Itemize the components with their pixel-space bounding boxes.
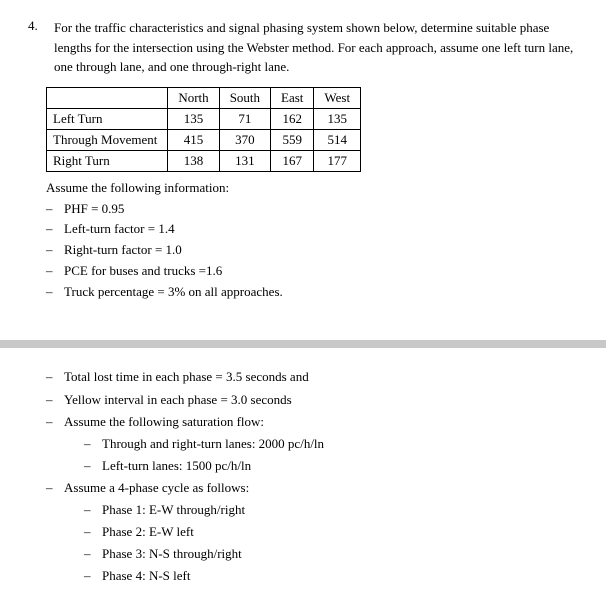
- cell-right-south: 131: [219, 150, 270, 171]
- list-item: – Yellow interval in each phase = 3.0 se…: [46, 389, 578, 411]
- assumption-text: Right-turn factor = 1.0: [64, 240, 182, 261]
- dash-icon: –: [84, 521, 94, 543]
- dash-icon: –: [46, 411, 56, 433]
- row-label-left-turn: Left Turn: [47, 108, 168, 129]
- saturation-item: Left-turn lanes: 1500 pc/h/ln: [102, 455, 251, 477]
- question-number: 4.: [28, 18, 46, 77]
- col-label-empty: [47, 87, 168, 108]
- assumption-text: Left-turn factor = 1.4: [64, 219, 175, 240]
- dash-icon: –: [46, 199, 56, 220]
- cell-through-east: 559: [271, 129, 314, 150]
- traffic-table: North South East West Left Turn 135 71 1…: [46, 87, 361, 172]
- cell-left-south: 71: [219, 108, 270, 129]
- phase-block: Assume a 4-phase cycle as follows: – Pha…: [64, 477, 249, 587]
- assumptions-list: – PHF = 0.95 – Left-turn factor = 1.4 – …: [46, 199, 578, 303]
- phase-item: Phase 1: E-W through/right: [102, 499, 245, 521]
- saturation-block: Assume the following saturation flow: – …: [64, 411, 324, 477]
- cell-right-north: 138: [168, 150, 219, 171]
- col-east: East: [271, 87, 314, 108]
- assumption-text: PHF = 0.95: [64, 199, 124, 220]
- table-row: Right Turn 138 131 167 177: [47, 150, 361, 171]
- list-item: – Phase 4: N-S left: [84, 565, 249, 587]
- row-label-through: Through Movement: [47, 129, 168, 150]
- phase-item: Phase 4: N-S left: [102, 565, 190, 587]
- dash-icon: –: [46, 219, 56, 240]
- col-west: West: [314, 87, 361, 108]
- dash-icon: –: [46, 477, 56, 499]
- saturation-title: Assume the following saturation flow:: [64, 411, 324, 433]
- cell-right-west: 177: [314, 150, 361, 171]
- dash-icon: –: [46, 389, 56, 411]
- list-item: – Phase 3: N-S through/right: [84, 543, 249, 565]
- question-header: 4. For the traffic characteristics and s…: [28, 18, 578, 77]
- dash-icon: –: [46, 282, 56, 303]
- list-item: – Through and right-turn lanes: 2000 pc/…: [84, 433, 324, 455]
- saturation-item: Through and right-turn lanes: 2000 pc/h/…: [102, 433, 324, 455]
- cell-through-north: 415: [168, 129, 219, 150]
- table-row: Through Movement 415 370 559 514: [47, 129, 361, 150]
- dash-icon: –: [46, 240, 56, 261]
- dash-icon: –: [46, 261, 56, 282]
- dash-icon: –: [46, 366, 56, 388]
- cell-left-east: 162: [271, 108, 314, 129]
- dash-icon: –: [84, 499, 94, 521]
- saturation-list: – Through and right-turn lanes: 2000 pc/…: [84, 433, 324, 477]
- assumption-text: Truck percentage = 3% on all approaches.: [64, 282, 283, 303]
- dash-icon: –: [84, 433, 94, 455]
- cell-through-south: 370: [219, 129, 270, 150]
- list-item: – Total lost time in each phase = 3.5 se…: [46, 366, 578, 388]
- col-south: South: [219, 87, 270, 108]
- phase-item: Phase 3: N-S through/right: [102, 543, 242, 565]
- list-item: – Truck percentage = 3% on all approache…: [46, 282, 578, 303]
- dash-icon: –: [84, 565, 94, 587]
- lower-item-text: Total lost time in each phase = 3.5 seco…: [64, 366, 309, 388]
- cell-left-north: 135: [168, 108, 219, 129]
- list-item: – Right-turn factor = 1.0: [46, 240, 578, 261]
- list-item: – Left-turn factor = 1.4: [46, 219, 578, 240]
- phase-item: Phase 2: E-W left: [102, 521, 194, 543]
- traffic-table-container: North South East West Left Turn 135 71 1…: [46, 87, 578, 172]
- list-item: – PCE for buses and trucks =1.6: [46, 261, 578, 282]
- lower-item-text: Yellow interval in each phase = 3.0 seco…: [64, 389, 292, 411]
- phase-list: – Phase 1: E-W through/right – Phase 2: …: [84, 499, 249, 587]
- info-section: Assume the following information: – PHF …: [46, 180, 578, 303]
- list-item: – PHF = 0.95: [46, 199, 578, 220]
- lower-section: – Total lost time in each phase = 3.5 se…: [0, 366, 606, 607]
- table-row: Left Turn 135 71 162 135: [47, 108, 361, 129]
- dash-icon: –: [84, 455, 94, 477]
- assumption-text: PCE for buses and trucks =1.6: [64, 261, 222, 282]
- list-item: – Assume the following saturation flow: …: [46, 411, 578, 477]
- assumptions-title: Assume the following information:: [46, 180, 578, 196]
- list-item: – Left-turn lanes: 1500 pc/h/ln: [84, 455, 324, 477]
- divider-bar: [0, 340, 606, 348]
- page: 4. For the traffic characteristics and s…: [0, 0, 606, 322]
- cell-through-west: 514: [314, 129, 361, 150]
- cell-left-west: 135: [314, 108, 361, 129]
- phase-title: Assume a 4-phase cycle as follows:: [64, 477, 249, 499]
- list-item: – Phase 1: E-W through/right: [84, 499, 249, 521]
- lower-list: – Total lost time in each phase = 3.5 se…: [46, 366, 578, 587]
- cell-right-east: 167: [271, 150, 314, 171]
- dash-icon: –: [84, 543, 94, 565]
- row-label-right-turn: Right Turn: [47, 150, 168, 171]
- list-item: – Assume a 4-phase cycle as follows: – P…: [46, 477, 578, 587]
- col-north: North: [168, 87, 219, 108]
- question-text: For the traffic characteristics and sign…: [54, 18, 578, 77]
- list-item: – Phase 2: E-W left: [84, 521, 249, 543]
